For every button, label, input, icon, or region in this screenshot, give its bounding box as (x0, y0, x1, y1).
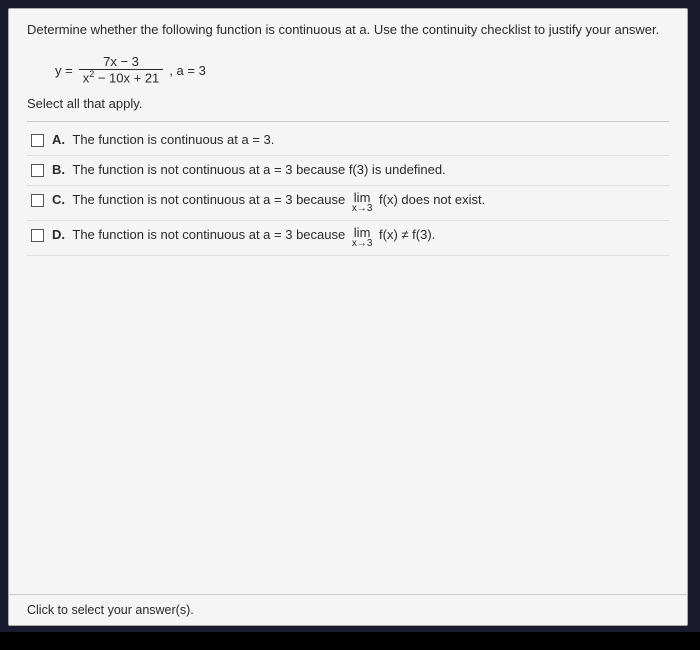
formula-suffix: , a = 3 (169, 63, 206, 78)
option-c[interactable]: C. The function is not continuous at a =… (27, 186, 669, 221)
option-c-pre: The function is not continuous at a = 3 … (72, 192, 348, 207)
checkbox-icon[interactable] (31, 164, 44, 177)
option-d[interactable]: D. The function is not continuous at a =… (27, 221, 669, 256)
option-a-text: The function is continuous at a = 3. (72, 132, 274, 147)
checkbox-icon[interactable] (31, 134, 44, 147)
option-c-label: C. (52, 192, 65, 207)
option-d-pre: The function is not continuous at a = 3 … (72, 227, 348, 242)
question-panel: Determine whether the following function… (8, 8, 688, 626)
limit-notation: lim x→3 (352, 192, 373, 214)
option-a[interactable]: A. The function is continuous at a = 3. (27, 126, 669, 156)
screen-bezel (0, 632, 700, 650)
formula-denominator: x2 − 10x + 21 (79, 70, 164, 86)
option-a-label: A. (52, 132, 65, 147)
formula-fraction: 7x − 3 x2 − 10x + 21 (79, 55, 164, 86)
option-b-text: The function is not continuous at a = 3 … (72, 162, 445, 177)
formula-lhs: y = (55, 63, 73, 78)
divider (27, 121, 669, 122)
select-all-text: Select all that apply. (27, 96, 669, 111)
formula-numerator: 7x − 3 (99, 55, 143, 69)
option-d-label: D. (52, 227, 65, 242)
checkbox-icon[interactable] (31, 194, 44, 207)
footer-instruction: Click to select your answer(s). (9, 594, 687, 625)
option-c-post: f(x) does not exist. (379, 192, 485, 207)
option-b-label: B. (52, 162, 65, 177)
option-d-post: f(x) ≠ f(3). (379, 227, 435, 242)
formula: y = 7x − 3 x2 − 10x + 21 , a = 3 (55, 55, 669, 86)
question-text: Determine whether the following function… (27, 21, 669, 39)
limit-notation: lim x→3 (352, 227, 373, 249)
checkbox-icon[interactable] (31, 229, 44, 242)
option-b[interactable]: B. The function is not continuous at a =… (27, 156, 669, 186)
